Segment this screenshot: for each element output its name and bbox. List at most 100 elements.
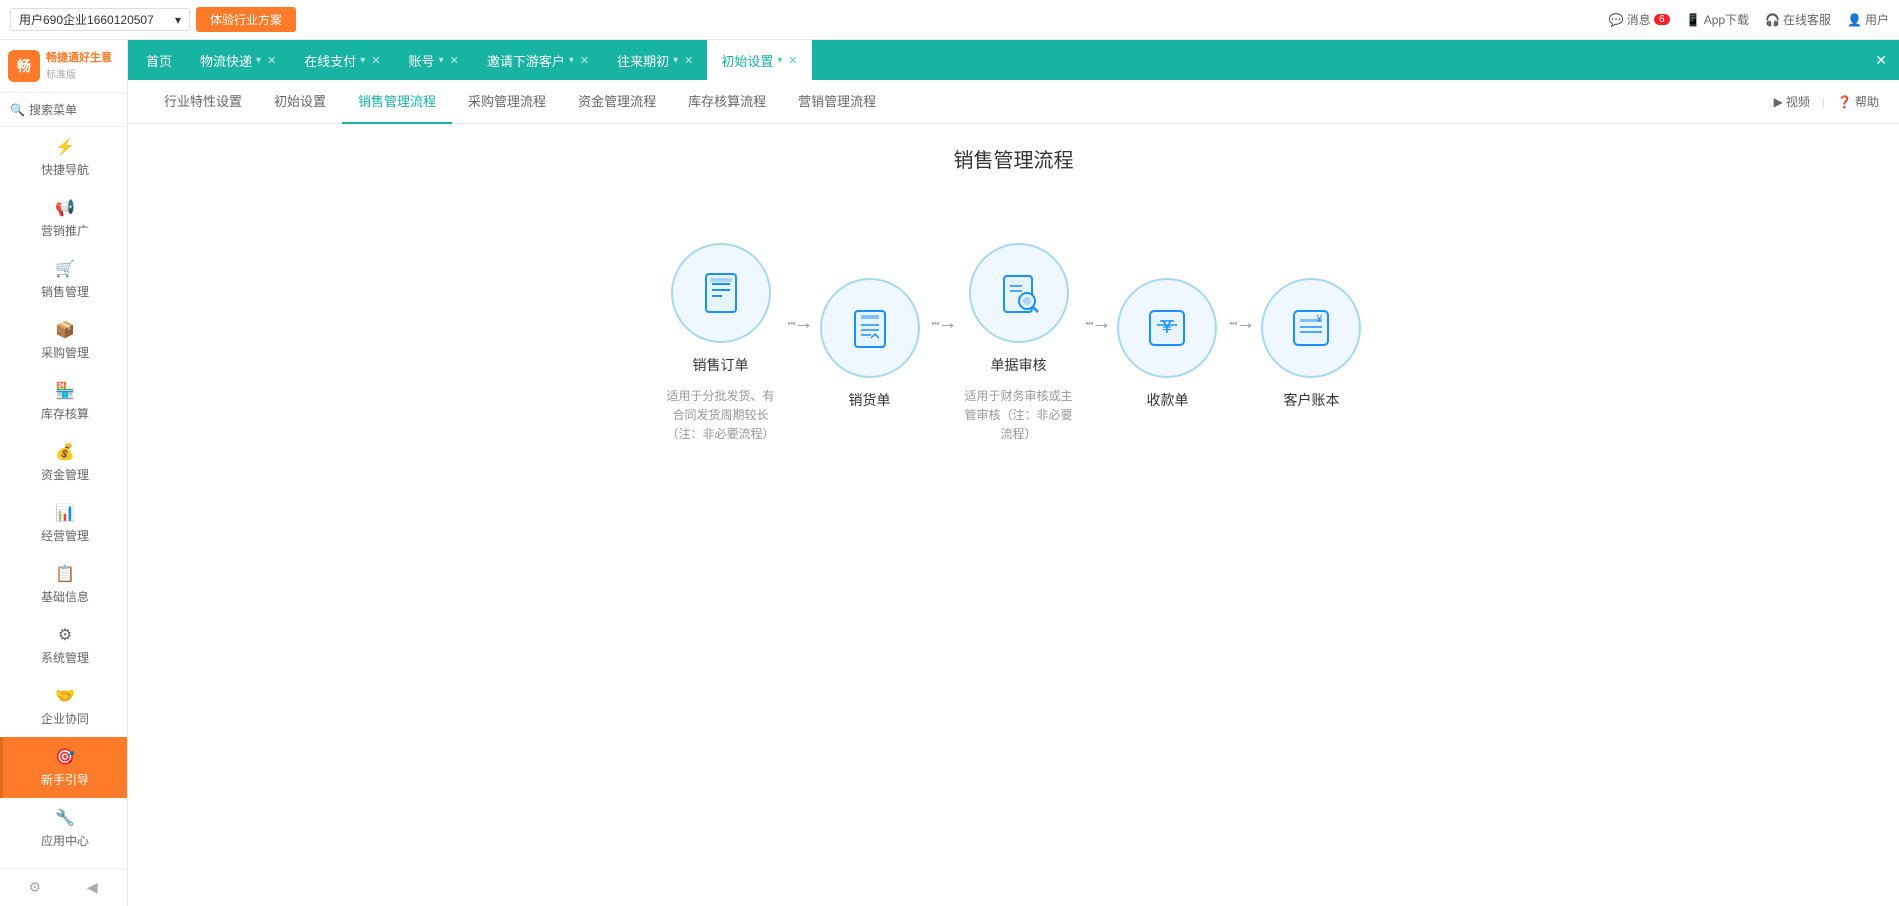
nav-label-kuaijie: 快捷导航	[41, 161, 89, 178]
nav-tab-chevron-zhifu: ▾	[360, 55, 365, 66]
search-menu-button[interactable]: 🔍 搜索菜单	[0, 93, 127, 127]
nav-label-kucun: 库存核算	[41, 405, 89, 422]
sub-tab-kucun[interactable]: 库存核算流程	[672, 80, 782, 124]
nav-icon-yingyong: 🔧	[55, 808, 75, 828]
user-avatar-button[interactable]: 👤 用户	[1847, 11, 1889, 28]
flow-step-danju-shenhe[interactable]: 单据审核适用于财务审核或主管审核（注：非必要流程）	[964, 243, 1074, 445]
content-area: 首页物流快递 ▾✕在线支付 ▾✕账号 ▾✕邀请下游客户 ▾✕往来期初 ▾✕初始设…	[128, 40, 1899, 906]
nav-tab-zhanghu[interactable]: 账号 ▾✕	[395, 40, 473, 80]
sidebar-item-jichu[interactable]: 📋 基础信息	[0, 554, 127, 615]
nav-label-yingyong: 应用中心	[41, 832, 89, 849]
sidebar-item-xiaoshou[interactable]: 🛒 销售管理	[0, 249, 127, 310]
flow-step-shou-kuan-dan[interactable]: ¥ 收款单	[1117, 278, 1217, 410]
page-title: 销售管理流程	[148, 144, 1879, 173]
online-service-button[interactable]: 🎧 在线客服	[1765, 11, 1831, 28]
nav-tab-close-yaoqing[interactable]: ✕	[580, 54, 589, 67]
video-help-button[interactable]: ▶ 视频	[1774, 93, 1810, 110]
flow-step-xiao-huo-dan[interactable]: 销货单	[820, 278, 920, 410]
user-selector[interactable]: 用户690企业1660120507 ▾	[10, 8, 190, 31]
nav-tab-close-wuliu[interactable]: ✕	[267, 54, 276, 67]
nav-tab-label-home: 首页	[146, 51, 172, 70]
nav-label-xitong: 系统管理	[41, 649, 89, 666]
sub-tab-yingxiao[interactable]: 营销管理流程	[782, 80, 892, 124]
message-badge: 6	[1654, 14, 1670, 25]
sub-tabs-right: ▶ 视频 | ❓ 帮助	[1774, 93, 1879, 110]
nav-tab-yaoqing[interactable]: 邀请下游客户 ▾✕	[473, 40, 603, 80]
nav-tab-wuliu[interactable]: 物流快递 ▾✕	[186, 40, 290, 80]
search-menu-label: 搜索菜单	[29, 101, 77, 118]
svg-text:¥: ¥	[1161, 317, 1173, 337]
sidebar-item-kucun[interactable]: 🏪 库存核算	[0, 371, 127, 432]
sidebar-item-zijin[interactable]: 💰 资金管理	[0, 432, 127, 493]
top-bar: 用户690企业1660120507 ▾ 体验行业方案 💬 消息 6 📱 App下…	[0, 0, 1899, 40]
flow-circle-xiao-huo-dan	[820, 278, 920, 378]
logo-text-area: 畅捷通好生意 标准版	[46, 51, 112, 80]
nav-tab-chushi[interactable]: 初始设置 ▾✕	[707, 40, 811, 80]
nav-label-qiye: 企业协同	[41, 710, 89, 727]
headset-icon: 🎧	[1765, 13, 1780, 27]
sub-tab-chushi[interactable]: 初始设置	[258, 80, 342, 124]
sidebar-item-xitong[interactable]: ⚙ 系统管理	[0, 615, 127, 676]
nav-tab-chevron-zhanghu: ▾	[439, 55, 444, 66]
sidebar-item-caigou[interactable]: 📦 采购管理	[0, 310, 127, 371]
close-all-tabs-button[interactable]: ✕	[1867, 52, 1895, 69]
nav-icon-yingxiao: 📢	[55, 198, 75, 218]
logo-icon: 畅	[8, 50, 40, 82]
nav-tab-close-zhanghu[interactable]: ✕	[450, 54, 459, 67]
video-label: 视频	[1786, 93, 1810, 110]
flow-circle-shou-kuan-dan: ¥	[1117, 278, 1217, 378]
nav-icon-kuaijie: ⚡	[55, 137, 75, 157]
settings-button[interactable]: ⚙	[10, 879, 60, 896]
sidebar-item-qiye[interactable]: 🤝 企业协同	[0, 676, 127, 737]
flow-arrow-3: ···→	[1217, 312, 1261, 335]
nav-tab-chevron-wanglai: ▾	[673, 55, 678, 66]
nav-icon-xinshou: 🎯	[55, 747, 75, 767]
nav-icon-xiaoshou: 🛒	[55, 259, 75, 279]
nav-tab-close-wanglai[interactable]: ✕	[684, 54, 693, 67]
nav-tab-zhifu[interactable]: 在线支付 ▾✕	[290, 40, 394, 80]
chevron-down-icon: ▾	[175, 13, 181, 27]
flow-arrow-2: ···→	[1074, 312, 1118, 335]
sub-tab-zijin[interactable]: 资金管理流程	[562, 80, 672, 124]
flow-step-kehu-zhangben[interactable]: ¥ 客户账本	[1261, 278, 1361, 410]
try-industry-button[interactable]: 体验行业方案	[196, 7, 296, 32]
nav-icon-kucun: 🏪	[55, 381, 75, 401]
sub-tab-caigou[interactable]: 采购管理流程	[452, 80, 562, 124]
sidebar-item-yingyong[interactable]: 🔧 应用中心	[0, 798, 127, 859]
flow-circle-kehu-zhangben: ¥	[1261, 278, 1361, 378]
logo-subtitle: 标准版	[46, 66, 112, 81]
nav-tab-home[interactable]: 首页	[132, 40, 186, 80]
nav-tab-wanglai[interactable]: 往来期初 ▾✕	[603, 40, 707, 80]
sidebar-item-yingxiao[interactable]: 📢 营销推广	[0, 188, 127, 249]
nav-icon-zijin: 💰	[55, 442, 75, 462]
logo-title: 畅捷通好生意	[46, 51, 112, 65]
message-button[interactable]: 💬 消息 6	[1609, 11, 1670, 28]
sidebar-item-jingying[interactable]: 📊 经营管理	[0, 493, 127, 554]
nav-label-zijin: 资金管理	[41, 466, 89, 483]
sub-tab-xiaoshou[interactable]: 销售管理流程	[342, 80, 452, 124]
help-button[interactable]: ❓ 帮助	[1837, 93, 1879, 110]
sidebar-item-xinshou[interactable]: 🎯 新手引导	[0, 737, 127, 798]
phone-icon: 📱	[1686, 13, 1701, 27]
nav-label-xinshou: 新手引导	[41, 771, 89, 788]
logo-area: 畅 畅捷通好生意 标准版	[0, 40, 127, 93]
app-download-button[interactable]: 📱 App下载	[1686, 11, 1749, 28]
flow-step-desc-danju-shenhe: 适用于财务审核或主管审核（注：非必要流程）	[964, 387, 1074, 445]
avatar-icon: 👤	[1847, 13, 1862, 27]
nav-tab-close-zhifu[interactable]: ✕	[371, 54, 380, 67]
collapse-button[interactable]: ◀	[68, 879, 118, 896]
sidebar-item-weixin[interactable]: 💬 企业微信	[0, 859, 127, 868]
flow-step-xiaoshou-dingdan[interactable]: 销售订单适用于分批发货、有合同发货周期较长（注：非必要流程）	[666, 243, 776, 445]
flow-step-label-xiao-huo-dan: 销货单	[849, 390, 891, 410]
nav-tabs-bar: 首页物流快递 ▾✕在线支付 ▾✕账号 ▾✕邀请下游客户 ▾✕往来期初 ▾✕初始设…	[128, 40, 1899, 80]
sidebar-item-kuaijie[interactable]: ⚡ 快捷导航	[0, 127, 127, 188]
nav-tab-chevron-chushi: ▾	[777, 55, 782, 66]
nav-label-caigou: 采购管理	[41, 344, 89, 361]
message-icon: 💬	[1609, 13, 1624, 27]
sidebar: 畅 畅捷通好生意 标准版 🔍 搜索菜单 ⚡ 快捷导航 📢 营销推广 🛒 销售管理…	[0, 40, 128, 906]
user-selector-text: 用户690企业1660120507	[19, 11, 154, 28]
nav-tab-label-yaoqing: 邀请下游客户	[487, 51, 565, 70]
nav-tab-close-chushi[interactable]: ✕	[788, 54, 797, 67]
flow-arrow-1: ···→	[920, 312, 964, 335]
sub-tab-hangye[interactable]: 行业特性设置	[148, 80, 258, 124]
